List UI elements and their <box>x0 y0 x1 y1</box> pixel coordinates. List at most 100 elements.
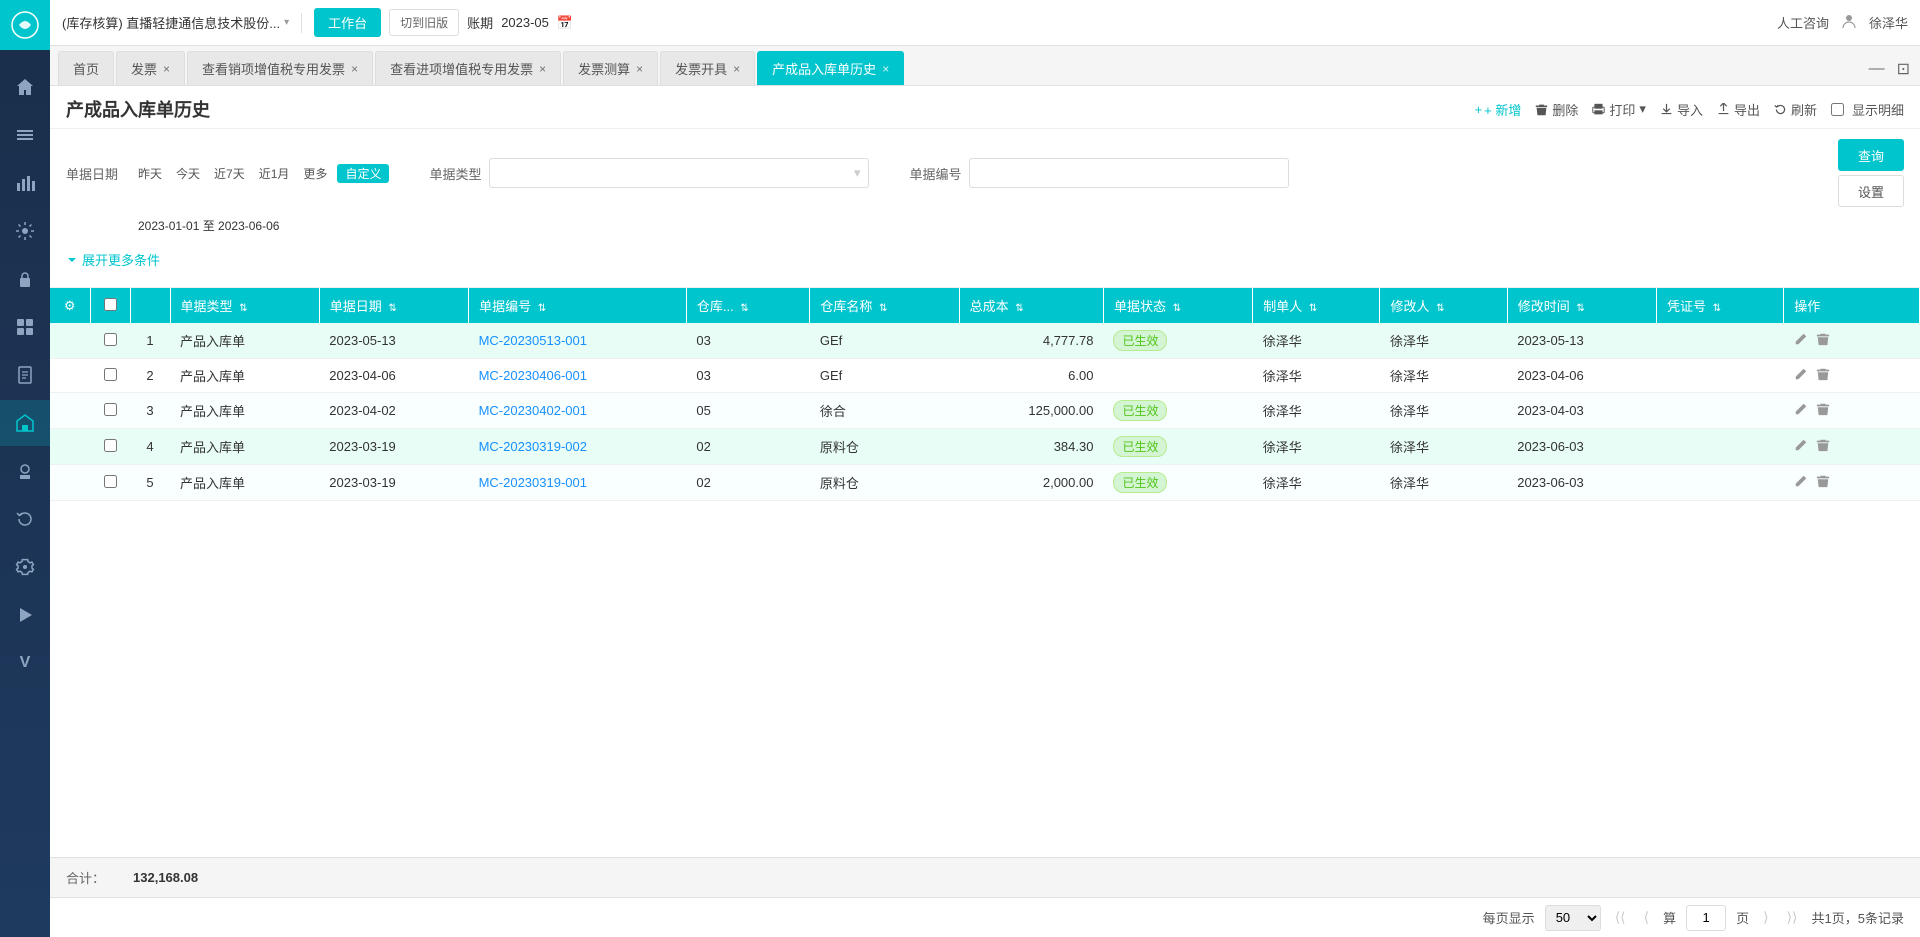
support-link[interactable]: 人工咨询 <box>1777 13 1829 32</box>
set-button[interactable]: 设置 <box>1838 175 1904 207</box>
td-checkbox[interactable] <box>90 323 130 359</box>
th-total-cost[interactable]: 总成本 ⇅ <box>959 288 1103 323</box>
th-code[interactable]: 单据编号 ⇅ <box>469 288 687 323</box>
code-link[interactable]: MC-20230402-001 <box>479 403 587 418</box>
tab-issue[interactable]: 发票开具 × <box>660 51 755 85</box>
refresh-button[interactable]: 刷新 <box>1774 100 1817 119</box>
td-code[interactable]: MC-20230319-002 <box>469 429 687 465</box>
row-checkbox[interactable] <box>104 475 117 488</box>
th-creator[interactable]: 制单人 ⇅ <box>1253 288 1380 323</box>
edit-icon[interactable] <box>1794 438 1808 455</box>
tab-home[interactable]: 首页 <box>58 51 114 85</box>
row-checkbox[interactable] <box>104 368 117 381</box>
sidebar-item-warehouse[interactable] <box>0 400 50 446</box>
show-detail-checkbox[interactable] <box>1831 103 1844 116</box>
gear-icon[interactable]: ⚙ <box>64 298 76 313</box>
close-icon[interactable]: × <box>539 62 546 76</box>
new-button[interactable]: + + 新增 <box>1475 100 1522 119</box>
th-checkbox[interactable] <box>90 288 130 323</box>
th-settings[interactable]: ⚙ <box>50 288 90 323</box>
sidebar-item-lock[interactable] <box>0 256 50 302</box>
tab-invoice[interactable]: 发票 × <box>116 51 185 85</box>
th-voucher[interactable]: 凭证号 ⇅ <box>1657 288 1784 323</box>
tab-sales-vat[interactable]: 查看销项增值税专用发票 × <box>187 51 373 85</box>
delete-row-icon[interactable] <box>1816 438 1830 455</box>
close-icon[interactable]: × <box>163 62 170 76</box>
user-name[interactable]: 徐泽华 <box>1869 13 1908 32</box>
tab-calc[interactable]: 发票测算 × <box>563 51 658 85</box>
th-warehouse-name[interactable]: 仓库名称 ⇅ <box>810 288 959 323</box>
calendar-icon[interactable]: 📅 <box>557 15 573 31</box>
edit-icon[interactable] <box>1794 402 1808 419</box>
tab-input-vat[interactable]: 查看进项增值税专用发票 × <box>375 51 561 85</box>
sidebar-item-play[interactable] <box>0 592 50 638</box>
sidebar-item-refresh[interactable] <box>0 496 50 542</box>
td-code[interactable]: MC-20230402-001 <box>469 393 687 429</box>
close-icon[interactable]: × <box>351 62 358 76</box>
th-warehouse-code[interactable]: 仓库... ⇅ <box>686 288 810 323</box>
th-status[interactable]: 单据状态 ⇅ <box>1103 288 1252 323</box>
select-all-checkbox[interactable] <box>104 298 117 311</box>
td-code[interactable]: MC-20230319-001 <box>469 465 687 501</box>
page-input[interactable] <box>1686 905 1726 931</box>
prev-page-button[interactable]: ⟨ <box>1640 907 1653 928</box>
row-checkbox[interactable] <box>104 403 117 416</box>
code-link[interactable]: MC-20230406-001 <box>479 368 587 383</box>
delete-row-icon[interactable] <box>1816 332 1830 349</box>
last-page-button[interactable]: ⟩⟩ <box>1783 907 1802 928</box>
close-icon[interactable]: × <box>882 62 889 76</box>
td-code[interactable]: MC-20230513-001 <box>469 323 687 359</box>
th-date[interactable]: 单据日期 ⇅ <box>319 288 468 323</box>
close-icon[interactable]: × <box>733 62 740 76</box>
sidebar-item-doc[interactable] <box>0 352 50 398</box>
th-type[interactable]: 单据类型 ⇅ <box>170 288 319 323</box>
close-icon[interactable]: × <box>636 62 643 76</box>
td-checkbox[interactable] <box>90 359 130 393</box>
page-size-select[interactable]: 50 10 20 100 <box>1545 905 1601 931</box>
sidebar-item-home[interactable] <box>0 64 50 110</box>
td-checkbox[interactable] <box>90 465 130 501</box>
delete-row-icon[interactable] <box>1816 402 1830 419</box>
code-link[interactable]: MC-20230513-001 <box>479 333 587 348</box>
sidebar-item-module[interactable] <box>0 208 50 254</box>
next-page-button[interactable]: ⟩ <box>1759 907 1772 928</box>
sidebar-item-settings[interactable] <box>0 544 50 590</box>
shortcut-today[interactable]: 今天 <box>172 163 204 184</box>
show-detail-toggle[interactable]: 显示明细 <box>1831 100 1904 119</box>
import-button[interactable]: 导入 <box>1660 100 1703 119</box>
expand-more-btn[interactable]: 展开更多条件 <box>66 242 1904 277</box>
sidebar-item-chart[interactable] <box>0 160 50 206</box>
sidebar-item-stamp[interactable] <box>0 448 50 494</box>
tab-history[interactable]: 产成品入库单历史 × <box>757 51 904 85</box>
code-input[interactable] <box>969 158 1289 188</box>
switch-button[interactable]: 切到旧版 <box>389 9 459 36</box>
delete-row-icon[interactable] <box>1816 474 1830 491</box>
minimize-button[interactable]: — <box>1867 58 1887 80</box>
shortcut-yesterday[interactable]: 昨天 <box>134 163 166 184</box>
type-select[interactable]: ▾ <box>489 158 869 188</box>
custom-date-tag[interactable]: 自定义 <box>337 164 389 183</box>
td-checkbox[interactable] <box>90 429 130 465</box>
company-selector[interactable]: (库存核算) 直播轻捷通信息技术股份... ▾ <box>62 13 289 32</box>
sidebar-item-menu[interactable] <box>0 112 50 158</box>
edit-icon[interactable] <box>1794 332 1808 349</box>
first-page-button[interactable]: ⟨⟨ <box>1611 907 1630 928</box>
query-button[interactable]: 查询 <box>1838 139 1904 171</box>
sidebar-item-grid[interactable] <box>0 304 50 350</box>
code-link[interactable]: MC-20230319-001 <box>479 475 587 490</box>
edit-icon[interactable] <box>1794 474 1808 491</box>
edit-icon[interactable] <box>1794 367 1808 384</box>
export-button[interactable]: 导出 <box>1717 100 1760 119</box>
th-modify-time[interactable]: 修改时间 ⇅ <box>1507 288 1656 323</box>
th-modifier[interactable]: 修改人 ⇅ <box>1380 288 1507 323</box>
td-code[interactable]: MC-20230406-001 <box>469 359 687 393</box>
print-button[interactable]: 打印 ▾ <box>1592 100 1646 119</box>
shortcut-1month[interactable]: 近1月 <box>255 163 294 184</box>
shortcut-7days[interactable]: 近7天 <box>210 163 249 184</box>
delete-button[interactable]: 删除 <box>1535 100 1578 119</box>
row-checkbox[interactable] <box>104 439 117 452</box>
maximize-button[interactable]: ⊡ <box>1895 57 1912 81</box>
chevron-down-icon[interactable]: ▾ <box>1639 101 1646 117</box>
workbench-button[interactable]: 工作台 <box>314 8 381 37</box>
row-checkbox[interactable] <box>104 333 117 346</box>
